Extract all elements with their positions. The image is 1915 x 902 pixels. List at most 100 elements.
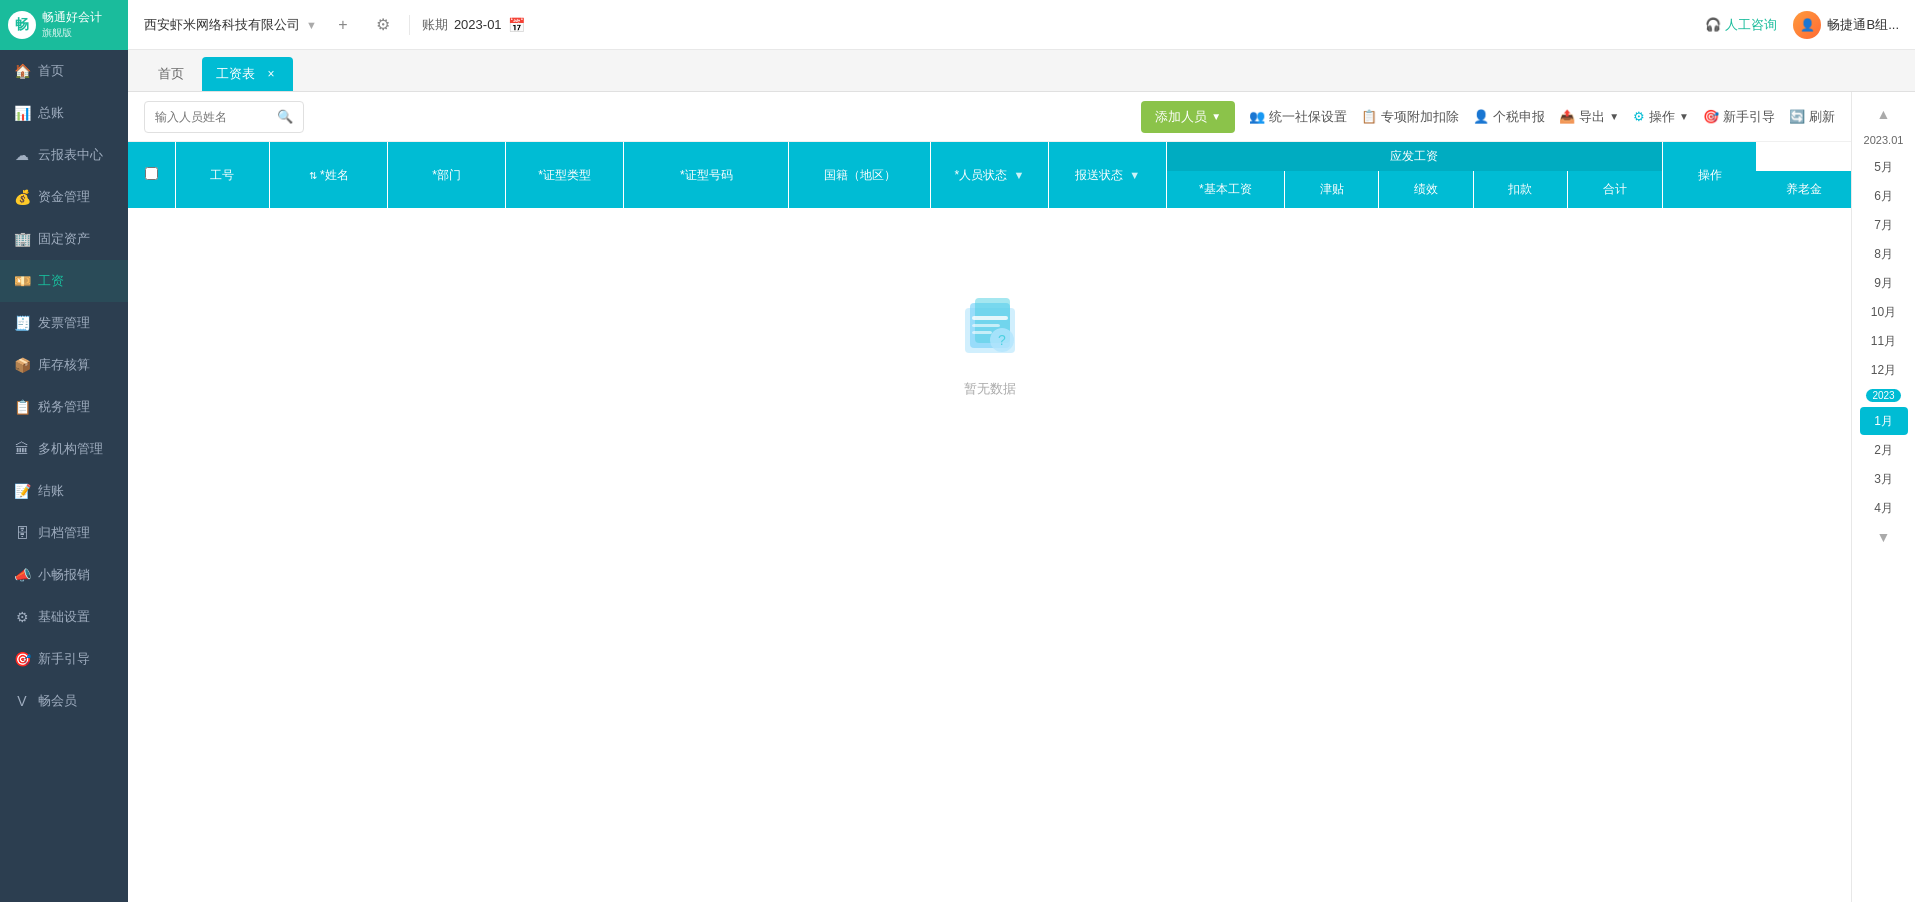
tabsbar: 首页 工资表 × — [128, 50, 1915, 92]
empty-text: 暂无数据 — [964, 380, 1016, 398]
sidebar-icon: 💴 — [14, 273, 30, 289]
sidebar-icon: V — [14, 693, 30, 709]
sidebar-item-新手引导[interactable]: 🎯新手引导 — [0, 638, 128, 680]
sidebar-item-基础设置[interactable]: ⚙ 基础设置 — [0, 596, 128, 638]
special-deduct-btn[interactable]: 📋 专项附加扣除 — [1361, 108, 1459, 126]
month-item-prev-6[interactable]: 6月 — [1860, 182, 1908, 210]
svg-rect-4 — [972, 324, 1000, 327]
th-id: 工号 — [175, 142, 269, 208]
th-total: 合计 — [1568, 171, 1662, 208]
company-select[interactable]: 西安虾米网络科技有限公司 ▼ — [144, 16, 317, 34]
topbar-right: 🎧 人工咨询 👤 畅捷通B组... — [1705, 11, 1899, 39]
sidebar-item-label: 总账 — [38, 104, 64, 122]
sidebar-item-资金管理[interactable]: 💰 资金管理 — [0, 176, 128, 218]
sidebar-icon: ⚙ — [14, 609, 30, 625]
company-name: 西安虾米网络科技有限公司 — [144, 16, 300, 34]
month-item-3[interactable]: 3月 — [1860, 465, 1908, 493]
sidebar-icon: 📦 — [14, 357, 30, 373]
sidebar-icon: 🧾 — [14, 315, 30, 331]
checkbox-header[interactable] — [128, 142, 175, 208]
month-item-1[interactable]: 1月 — [1860, 407, 1908, 435]
logo-text: 畅通好会计 — [42, 10, 102, 26]
add-person-btn[interactable]: 添加人员 ▼ — [1141, 101, 1235, 133]
export-label: 导出 — [1579, 108, 1605, 126]
service-label: 人工咨询 — [1725, 16, 1777, 34]
month-item-prev-7[interactable]: 7月 — [1860, 211, 1908, 239]
sidebar-icon: 🏢 — [14, 231, 30, 247]
sidebar-item-结账[interactable]: 📝结账 — [0, 470, 128, 512]
tab-home[interactable]: 首页 — [144, 57, 198, 91]
sidebar-item-小畅报销[interactable]: 📣 小畅报销 — [0, 554, 128, 596]
svg-text:?: ? — [998, 332, 1006, 348]
current-months: 1月2月3月4月 — [1860, 406, 1908, 523]
sort-icon: ⇅ — [309, 170, 317, 181]
salary-table: 工号 ⇅ *姓名 *部门 *证型类型 *证型号码 国籍（地区） *人员状态 ▼ — [128, 142, 1851, 478]
sidebar-item-label: 首页 — [38, 62, 64, 80]
tab-close-icon[interactable]: × — [263, 66, 279, 82]
operation-btn[interactable]: ⚙ 操作 ▼ — [1633, 108, 1689, 126]
panel-down-btn[interactable]: ▼ — [1872, 525, 1896, 549]
logo-icon: 畅 — [8, 11, 36, 39]
month-item-prev-11[interactable]: 11月 — [1860, 327, 1908, 355]
select-all-checkbox[interactable] — [145, 167, 158, 180]
report-filter-icon[interactable]: ▼ — [1129, 169, 1140, 181]
sidebar-item-云报表中心[interactable]: ☁云报表中心 — [0, 134, 128, 176]
user-avatar: 👤 — [1793, 11, 1821, 39]
month-item-prev-8[interactable]: 8月 — [1860, 240, 1908, 268]
tax-report-btn[interactable]: 👤 个税申报 — [1473, 108, 1545, 126]
th-name: ⇅ *姓名 — [270, 142, 388, 208]
tax-label: 个税申报 — [1493, 108, 1545, 126]
add-company-btn[interactable]: + — [329, 11, 357, 39]
guide-icon: 🎯 — [1703, 109, 1719, 124]
headset-icon: 🎧 — [1705, 17, 1721, 32]
social-icon: 👥 — [1249, 109, 1265, 124]
settings-btn[interactable]: ⚙ — [369, 11, 397, 39]
sidebar-icon: 🎯 — [14, 651, 30, 667]
sidebar-item-首页[interactable]: 🏠首页 — [0, 50, 128, 92]
sidebar-item-label: 库存核算 — [38, 356, 90, 374]
export-btn[interactable]: 📤 导出 ▼ — [1559, 108, 1619, 126]
guide-label: 新手引导 — [1723, 108, 1775, 126]
sidebar-item-发票管理[interactable]: 🧾发票管理 — [0, 302, 128, 344]
month-item-prev-12[interactable]: 12月 — [1860, 356, 1908, 384]
social-security-btn[interactable]: 👥 统一社保设置 — [1249, 108, 1347, 126]
table-body: ? 暂无数据 — [128, 208, 1851, 478]
calendar-icon[interactable]: 📅 — [508, 17, 525, 33]
service-btn[interactable]: 🎧 人工咨询 — [1705, 16, 1777, 34]
sidebar-icon: 📝 — [14, 483, 30, 499]
panel-up-btn[interactable]: ▲ — [1872, 102, 1896, 126]
year-badge: 2023 — [1866, 389, 1900, 402]
month-item-2[interactable]: 2月 — [1860, 436, 1908, 464]
month-item-prev-10[interactable]: 10月 — [1860, 298, 1908, 326]
status-filter-icon[interactable]: ▼ — [1014, 169, 1025, 181]
sidebar-item-库存核算[interactable]: 📦 库存核算 — [0, 344, 128, 386]
tab-salary[interactable]: 工资表 × — [202, 57, 293, 91]
guide-btn[interactable]: 🎯 新手引导 — [1703, 108, 1775, 126]
sidebar-item-多机构管理[interactable]: 🏛多机构管理 — [0, 428, 128, 470]
sidebar-icon: 💰 — [14, 189, 30, 205]
sidebar-item-label: 资金管理 — [38, 188, 90, 206]
topbar-divider — [409, 15, 410, 35]
svg-rect-5 — [972, 331, 992, 334]
sidebar-item-总账[interactable]: 📊总账 — [0, 92, 128, 134]
operation-dropdown-icon: ▼ — [1679, 111, 1689, 122]
month-item-4[interactable]: 4月 — [1860, 494, 1908, 522]
sidebar-item-归档管理[interactable]: 🗄归档管理 — [0, 512, 128, 554]
sidebar: 畅 畅通好会计 旗舰版 🏠首页📊总账☁云报表中心 💰 资金管理 🏢固定资产💴工资🧾发票… — [0, 0, 128, 902]
export-dropdown-icon: ▼ — [1609, 111, 1619, 122]
empty-icon: ? — [950, 288, 1030, 368]
logo-sub: 旗舰版 — [42, 26, 102, 40]
month-item-prev-9[interactable]: 9月 — [1860, 269, 1908, 297]
sidebar-item-税务管理[interactable]: 📋税务管理 — [0, 386, 128, 428]
user-info[interactable]: 👤 畅捷通B组... — [1793, 11, 1899, 39]
sidebar-item-固定资产[interactable]: 🏢固定资产 — [0, 218, 128, 260]
sidebar-icon: 📣 — [14, 567, 30, 583]
sidebar-item-label: 基础设置 — [38, 608, 90, 626]
sidebar-item-工资[interactable]: 💴工资 — [0, 260, 128, 302]
add-person-label: 添加人员 — [1155, 108, 1207, 126]
refresh-btn[interactable]: 🔄 刷新 — [1789, 108, 1835, 126]
search-input[interactable] — [155, 110, 271, 124]
sidebar-item-畅会员[interactable]: V畅会员 — [0, 680, 128, 722]
month-item-prev-5[interactable]: 5月 — [1860, 153, 1908, 181]
sidebar-item-label: 小畅报销 — [38, 566, 90, 584]
